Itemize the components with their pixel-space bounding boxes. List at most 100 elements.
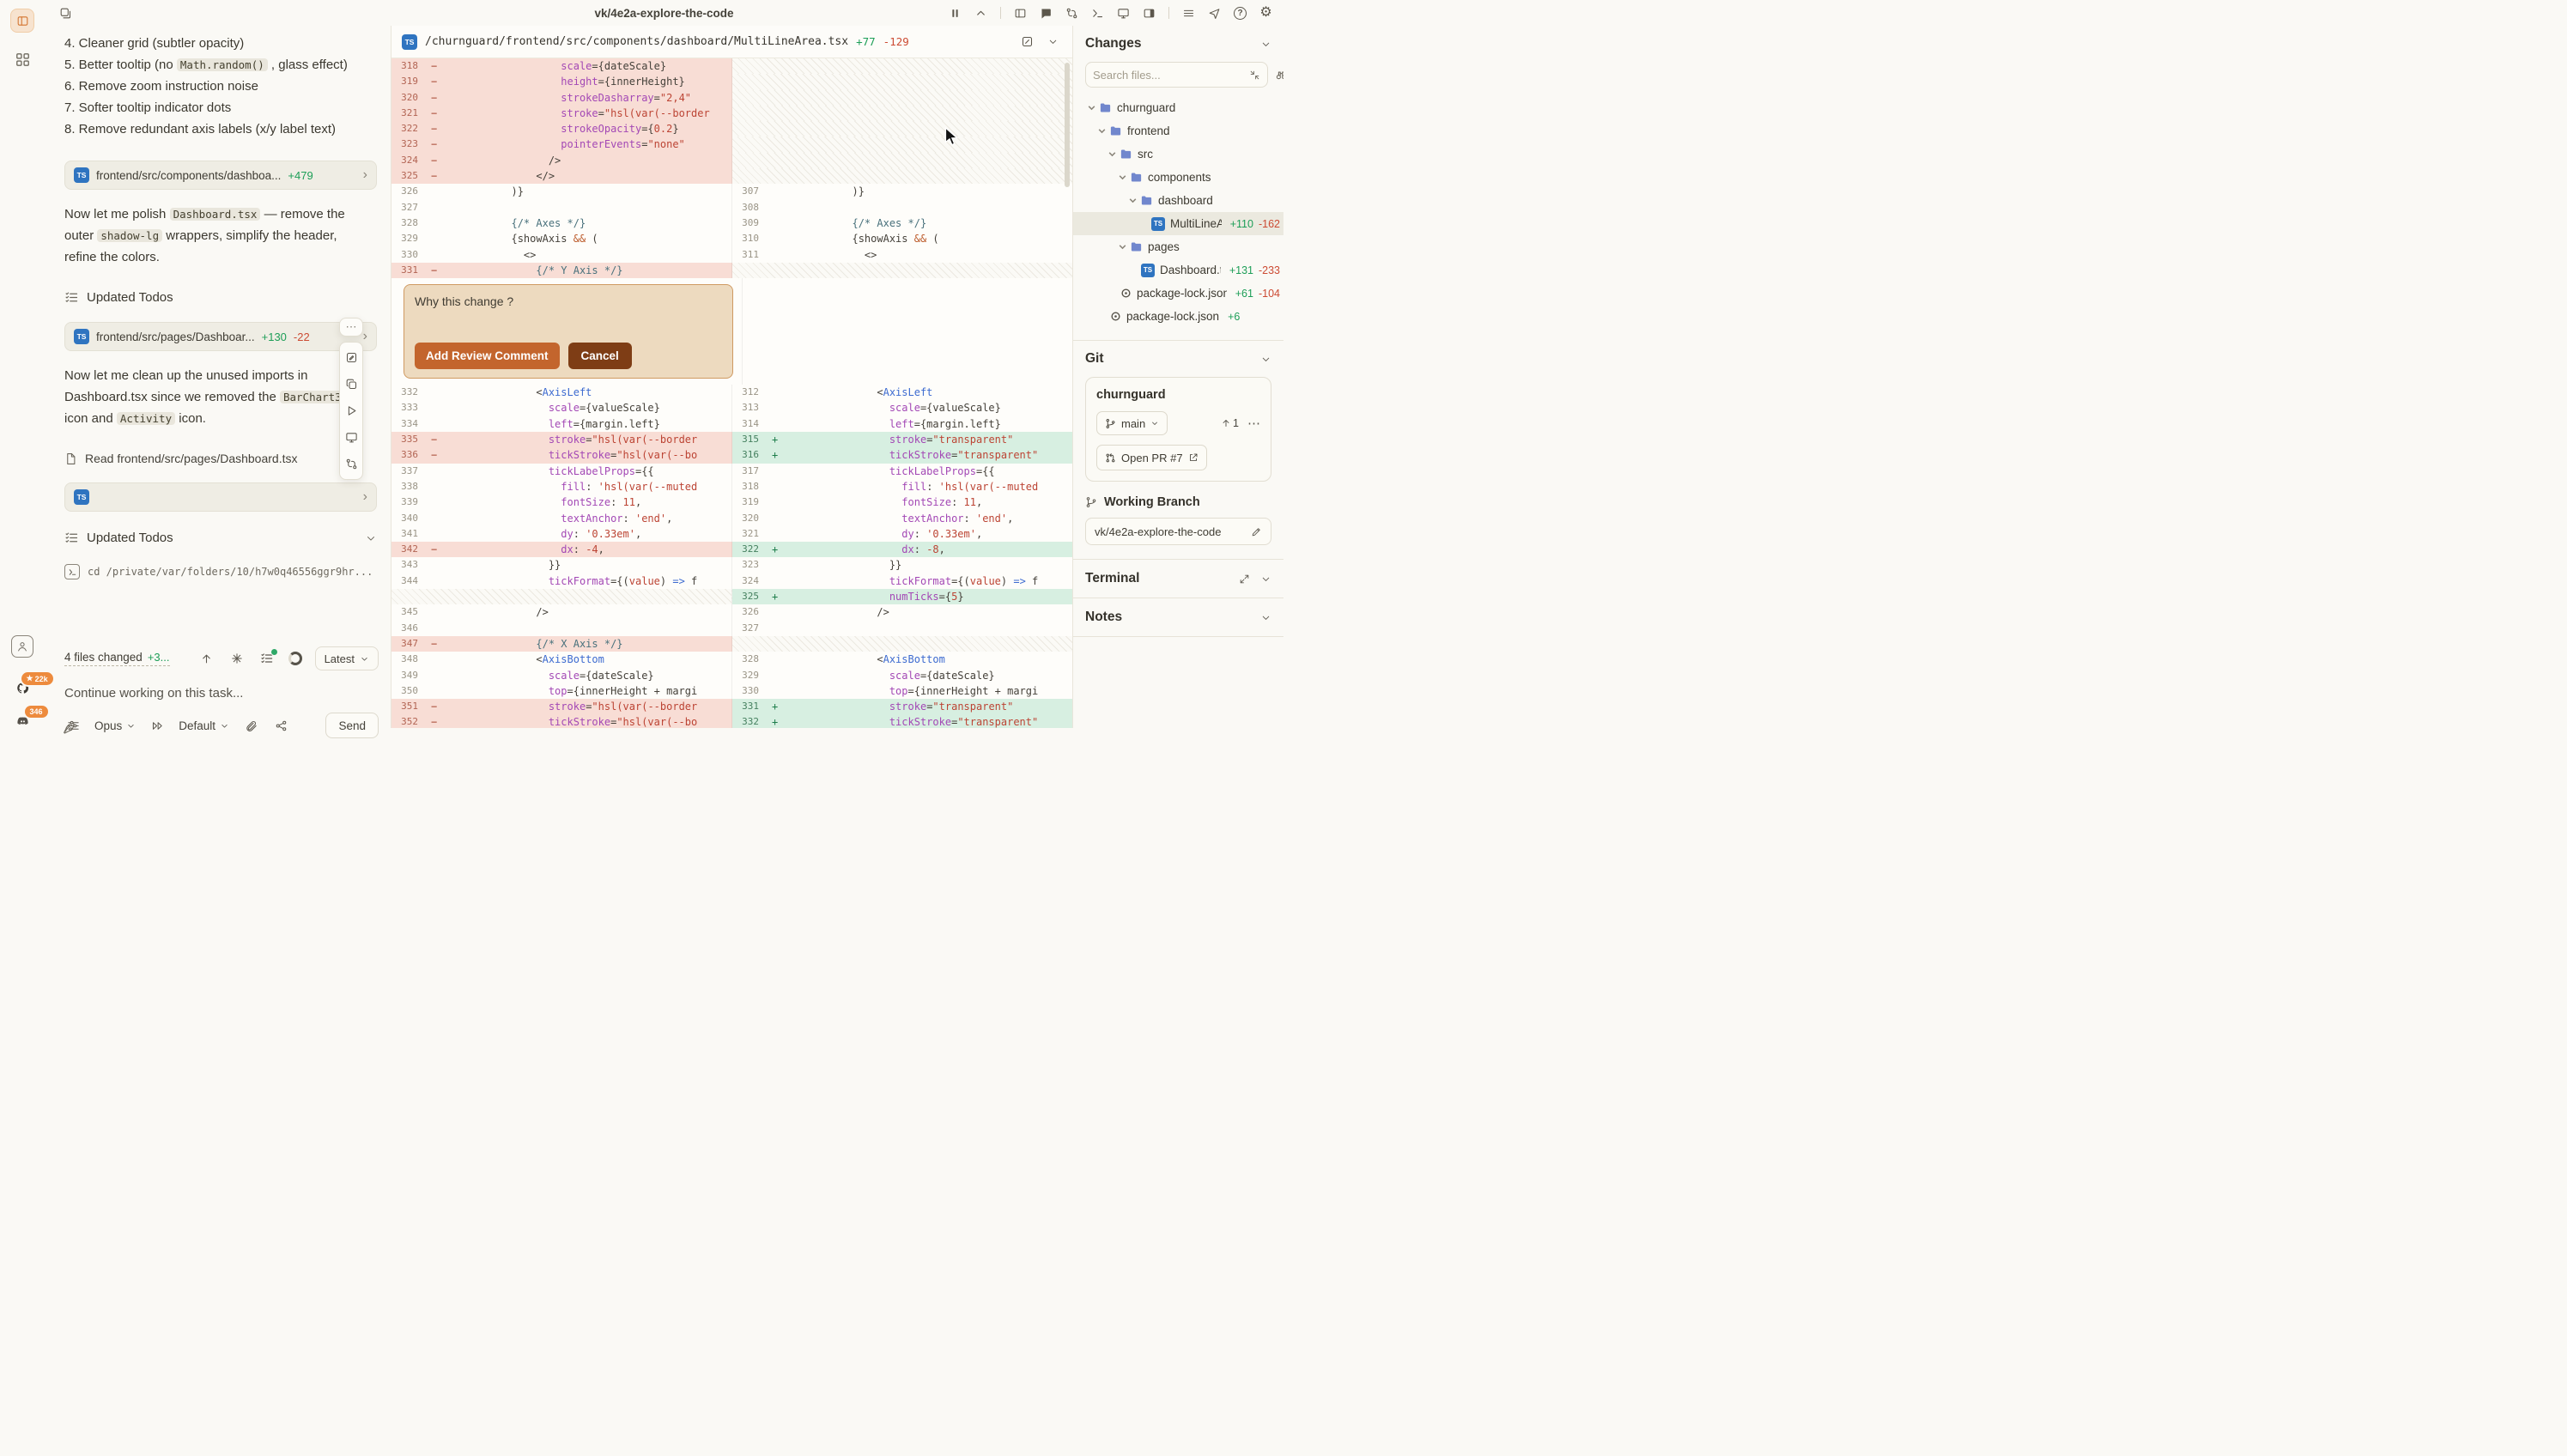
- diff-line[interactable]: 347− {/* X Axis */}: [391, 636, 732, 652]
- diff-line[interactable]: [732, 90, 1072, 106]
- menu-button[interactable]: [1180, 4, 1198, 22]
- read-file-row[interactable]: Read frontend/src/pages/Dashboard.tsx: [64, 452, 377, 465]
- edit-diff-button[interactable]: [1018, 33, 1036, 51]
- terminal-command-row[interactable]: cd /private/var/folders/10/h7w0q46556ggr…: [64, 564, 377, 579]
- github-link[interactable]: ★22k: [16, 682, 29, 695]
- diff-line[interactable]: 327: [391, 200, 732, 215]
- diff-line[interactable]: 339 fontSize: 11,: [391, 494, 732, 510]
- more-options-button[interactable]: ⋯: [339, 318, 363, 337]
- preview-button[interactable]: [345, 431, 358, 444]
- diff-line[interactable]: 332+ tickStroke="transparent": [732, 714, 1072, 728]
- diff-line[interactable]: 328 {/* Axes */}: [391, 215, 732, 231]
- pencil-icon[interactable]: [1251, 526, 1262, 537]
- diff-line[interactable]: 309 {/* Axes */}: [732, 215, 1072, 231]
- tree-folder-pages[interactable]: pages: [1073, 235, 1284, 258]
- add-review-comment-button[interactable]: Add Review Comment: [415, 343, 560, 369]
- diff-line[interactable]: 313 scale={valueScale}: [732, 400, 1072, 416]
- share-button[interactable]: [1205, 4, 1223, 22]
- file-edit-chip[interactable]: TS frontend/src/pages/Dashboar... +130 -…: [64, 322, 377, 351]
- files-changed-summary[interactable]: 4 files changed +3...: [64, 651, 170, 666]
- diff-line[interactable]: 330 top={innerHeight + margi: [732, 683, 1072, 699]
- diff-line[interactable]: 324− />: [391, 153, 732, 168]
- tree-file-package-lock-json[interactable]: package-lock.json+61-104: [1073, 282, 1284, 305]
- diff-line[interactable]: 330 <>: [391, 247, 732, 263]
- diff-line[interactable]: 316+ tickStroke="transparent": [732, 447, 1072, 463]
- help-button[interactable]: ?: [1231, 4, 1249, 22]
- terminal-section-header[interactable]: Terminal: [1085, 571, 1271, 586]
- diff-line[interactable]: 341 dy: '0.33em',: [391, 526, 732, 542]
- compare-button[interactable]: [345, 458, 358, 470]
- prompt-input[interactable]: Continue working on this task...: [64, 686, 379, 701]
- diff-line[interactable]: 343 }}: [391, 557, 732, 573]
- review-comment-input[interactable]: Why this change ?: [415, 294, 722, 309]
- diff-line[interactable]: 345 />: [391, 604, 732, 620]
- diff-line[interactable]: 338 fill: 'hsl(var(--muted: [391, 479, 732, 494]
- file-edit-chip[interactable]: TS frontend/src/components/dashboa... +4…: [64, 161, 377, 190]
- diff-line[interactable]: 352− tickStroke="hsl(var(--bo: [391, 714, 732, 728]
- diff-line[interactable]: [732, 168, 1072, 184]
- search-files-box[interactable]: [1085, 62, 1268, 88]
- diff-line[interactable]: [732, 74, 1072, 89]
- account-button[interactable]: [11, 635, 33, 658]
- git-section-header[interactable]: Git: [1085, 351, 1271, 367]
- diff-line[interactable]: 337 tickLabelProps={{: [391, 464, 732, 479]
- updated-todos-row[interactable]: Updated Todos: [64, 290, 377, 305]
- grid-view-button[interactable]: [15, 52, 31, 68]
- changes-section-header[interactable]: Changes: [1085, 36, 1271, 52]
- send-button[interactable]: Send: [325, 713, 379, 738]
- diff-line[interactable]: [732, 106, 1072, 121]
- file-edit-chip[interactable]: TS ›: [64, 482, 377, 512]
- diff-line[interactable]: 351− stroke="hsl(var(--border: [391, 699, 732, 714]
- collapse-all-icon[interactable]: [1249, 70, 1260, 81]
- diff-line[interactable]: 325+ numTicks={5}: [732, 589, 1072, 604]
- diff-line[interactable]: 340 textAnchor: 'end',: [391, 511, 732, 526]
- discord-link[interactable]: 346: [16, 715, 29, 728]
- diff-line[interactable]: 326 )}: [391, 184, 732, 199]
- tree-folder-dashboard[interactable]: dashboard: [1073, 189, 1284, 212]
- diff-line[interactable]: 314 left={margin.left}: [732, 416, 1072, 432]
- tree-folder-src[interactable]: src: [1073, 143, 1284, 166]
- diff-line[interactable]: 319 fontSize: 11,: [732, 494, 1072, 510]
- diff-line[interactable]: 311 <>: [732, 247, 1072, 263]
- diff-line[interactable]: 315+ stroke="transparent": [732, 432, 1072, 447]
- diff-line[interactable]: 318 fill: 'hsl(var(--muted: [732, 479, 1072, 494]
- open-pr-button[interactable]: Open PR #7: [1096, 445, 1207, 470]
- review-files-button[interactable]: [1275, 66, 1284, 84]
- diff-line[interactable]: 308: [732, 200, 1072, 215]
- updated-todos-row[interactable]: Updated Todos: [64, 531, 377, 545]
- tree-file-dashboard-tsx[interactable]: TSDashboard.tsx+131-233: [1073, 258, 1284, 282]
- diff-line[interactable]: 336− tickStroke="hsl(var(--bo: [391, 447, 732, 463]
- settings-button[interactable]: ⚙: [1257, 4, 1275, 22]
- diff-line[interactable]: [732, 58, 1072, 74]
- diff-line[interactable]: 346: [391, 621, 732, 636]
- connect-button[interactable]: [272, 717, 289, 734]
- diff-line[interactable]: 334 left={margin.left}: [391, 416, 732, 432]
- fast-forward-button[interactable]: [149, 717, 166, 734]
- diff-line[interactable]: 344 tickFormat={(value) => f: [391, 573, 732, 589]
- compact-context-button[interactable]: [228, 650, 246, 667]
- diff-line[interactable]: 333 scale={valueScale}: [391, 400, 732, 416]
- diff-line[interactable]: 320 textAnchor: 'end',: [732, 511, 1072, 526]
- diff-line[interactable]: 307 )}: [732, 184, 1072, 199]
- toggle-preview-button[interactable]: [1114, 4, 1132, 22]
- toggle-chat-button[interactable]: [1037, 4, 1055, 22]
- cancel-review-button[interactable]: Cancel: [568, 343, 632, 369]
- edit-note-button[interactable]: [345, 351, 358, 364]
- diff-line[interactable]: 319− height={innerHeight}: [391, 74, 732, 89]
- diff-line[interactable]: 321− stroke="hsl(var(--border: [391, 106, 732, 121]
- diff-line[interactable]: 332 <AxisLeft: [391, 385, 732, 400]
- diff-line[interactable]: 349 scale={dateScale}: [391, 668, 732, 683]
- diff-line[interactable]: [391, 589, 732, 604]
- collapse-diff-button[interactable]: [1044, 33, 1062, 51]
- diff-line[interactable]: 318− scale={dateScale}: [391, 58, 732, 74]
- diff-line[interactable]: [732, 636, 1072, 652]
- diff-line[interactable]: [732, 153, 1072, 168]
- threads-button[interactable]: [57, 4, 75, 22]
- chevron-down-icon[interactable]: [1260, 573, 1271, 585]
- diff-line[interactable]: [732, 263, 1072, 278]
- diff-line[interactable]: 312 <AxisLeft: [732, 385, 1072, 400]
- diff-line[interactable]: 323 }}: [732, 557, 1072, 573]
- diff-line[interactable]: 348 <AxisBottom: [391, 652, 732, 667]
- diff-line[interactable]: 331+ stroke="transparent": [732, 699, 1072, 714]
- run-button[interactable]: [345, 404, 358, 417]
